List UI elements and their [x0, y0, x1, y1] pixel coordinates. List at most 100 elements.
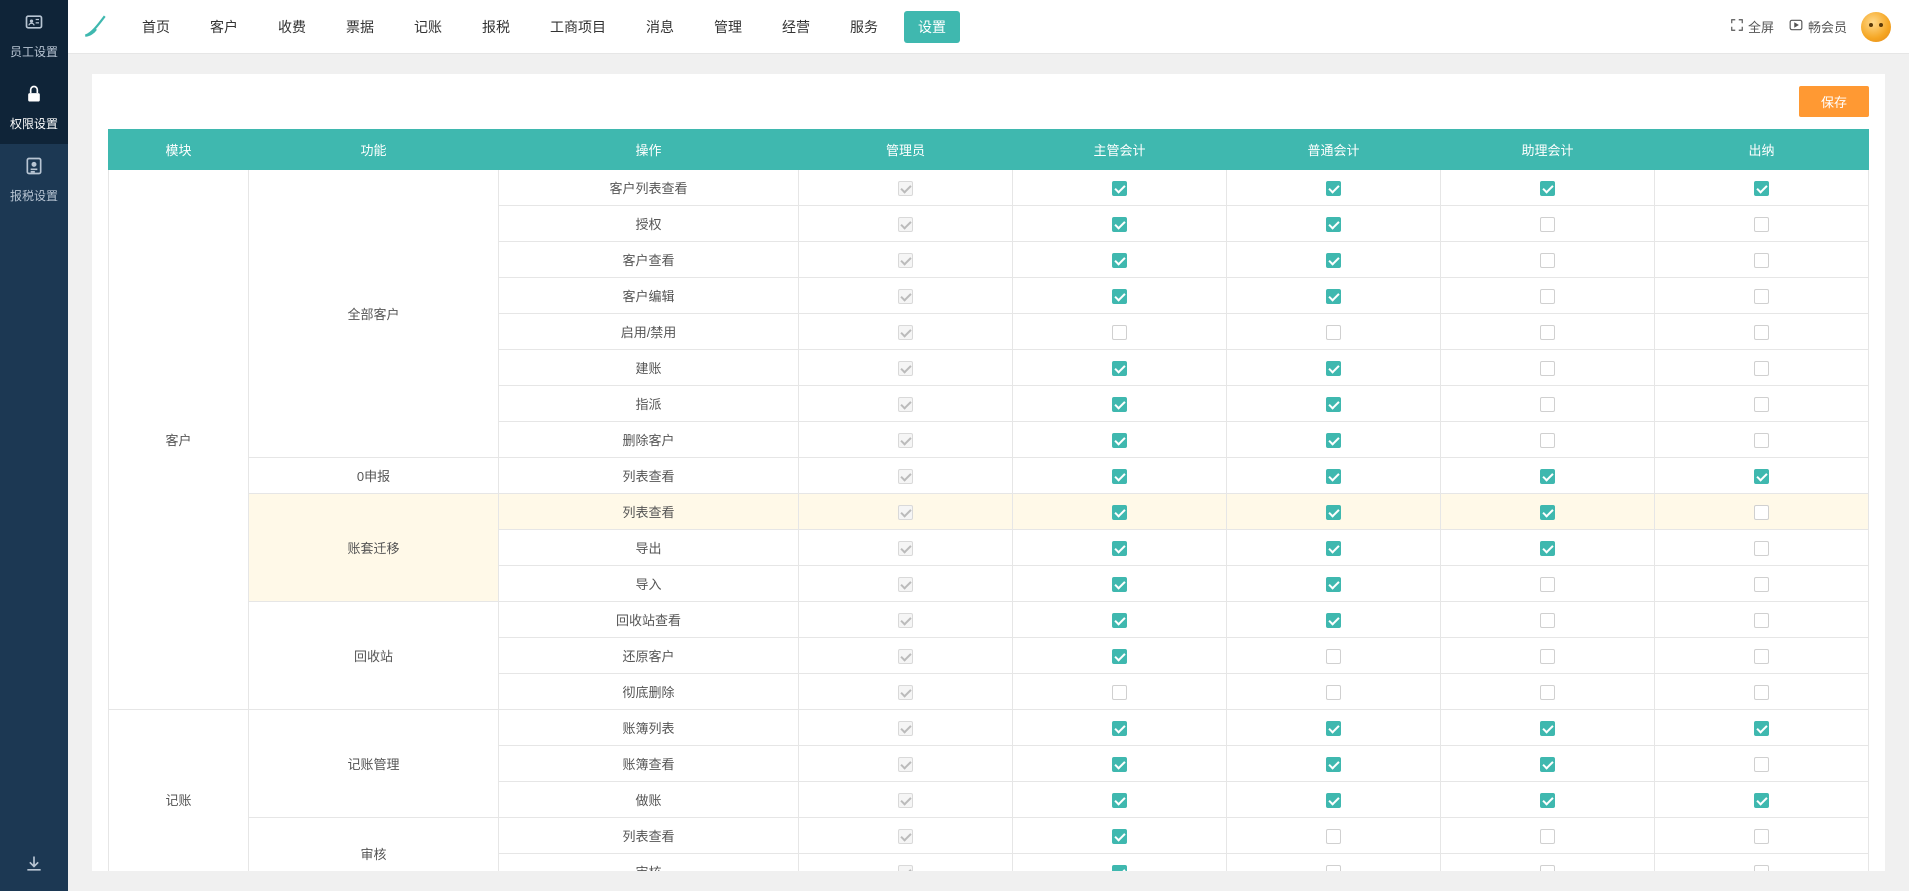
checkbox[interactable]	[1326, 181, 1341, 196]
checkbox[interactable]	[1326, 469, 1341, 484]
checkbox[interactable]	[1326, 757, 1341, 772]
checkbox[interactable]	[1112, 757, 1127, 772]
sidebar-item-0[interactable]: 员工设置	[0, 0, 68, 72]
checkbox[interactable]	[1326, 253, 1341, 268]
checkbox[interactable]	[1540, 613, 1555, 628]
checkbox[interactable]	[1112, 505, 1127, 520]
checkbox[interactable]	[1326, 217, 1341, 232]
checkbox[interactable]	[1754, 649, 1769, 664]
checkbox[interactable]	[1754, 685, 1769, 700]
checkbox[interactable]	[1754, 577, 1769, 592]
checkbox[interactable]	[1112, 469, 1127, 484]
checkbox[interactable]	[1754, 721, 1769, 736]
checkbox[interactable]	[1540, 397, 1555, 412]
topnav-item-9[interactable]: 经营	[762, 0, 830, 53]
checkbox[interactable]	[1754, 541, 1769, 556]
checkbox[interactable]	[1112, 721, 1127, 736]
checkbox[interactable]	[1754, 865, 1769, 871]
checkbox[interactable]	[1326, 325, 1341, 340]
checkbox[interactable]	[1112, 577, 1127, 592]
checkbox[interactable]	[1112, 253, 1127, 268]
checkbox[interactable]	[1540, 253, 1555, 268]
checkbox[interactable]	[1112, 217, 1127, 232]
checkbox[interactable]	[1326, 793, 1341, 808]
topnav-item-7[interactable]: 消息	[626, 0, 694, 53]
topnav-item-1[interactable]: 客户	[190, 0, 258, 53]
logo[interactable]	[68, 14, 122, 40]
checkbox[interactable]	[1112, 433, 1127, 448]
checkbox[interactable]	[1326, 577, 1341, 592]
checkbox[interactable]	[1540, 757, 1555, 772]
checkbox[interactable]	[1754, 433, 1769, 448]
checkbox[interactable]	[1754, 181, 1769, 196]
checkbox[interactable]	[1112, 829, 1127, 844]
checkbox[interactable]	[1540, 289, 1555, 304]
topnav-item-8[interactable]: 管理	[694, 0, 762, 53]
checkbox[interactable]	[1754, 505, 1769, 520]
permissions-table-wrap[interactable]: 模块功能操作管理员主管会计普通会计助理会计出纳 客户全部客户客户列表查看授权客户…	[92, 129, 1885, 871]
avatar[interactable]	[1861, 12, 1891, 42]
checkbox[interactable]	[1540, 721, 1555, 736]
checkbox[interactable]	[1540, 325, 1555, 340]
checkbox[interactable]	[1754, 397, 1769, 412]
checkbox[interactable]	[1540, 793, 1555, 808]
checkbox[interactable]	[1326, 649, 1341, 664]
checkbox[interactable]	[1112, 397, 1127, 412]
checkbox[interactable]	[1540, 685, 1555, 700]
checkbox[interactable]	[1540, 217, 1555, 232]
checkbox[interactable]	[1112, 865, 1127, 871]
topnav-item-10[interactable]: 服务	[830, 0, 898, 53]
checkbox[interactable]	[1540, 649, 1555, 664]
checkbox[interactable]	[1540, 361, 1555, 376]
checkbox[interactable]	[1754, 613, 1769, 628]
checkbox[interactable]	[1326, 721, 1341, 736]
checkbox[interactable]	[1754, 793, 1769, 808]
checkbox[interactable]	[1326, 541, 1341, 556]
fullscreen-button[interactable]: 全屏	[1730, 17, 1774, 36]
topnav-item-11[interactable]: 设置	[904, 11, 960, 43]
checkbox[interactable]	[1326, 685, 1341, 700]
topnav-item-6[interactable]: 工商项目	[530, 0, 626, 53]
checkbox[interactable]	[1540, 181, 1555, 196]
checkbox[interactable]	[1754, 361, 1769, 376]
checkbox[interactable]	[1112, 541, 1127, 556]
checkbox[interactable]	[1112, 613, 1127, 628]
checkbox[interactable]	[1112, 289, 1127, 304]
checkbox[interactable]	[1540, 541, 1555, 556]
topnav-item-4[interactable]: 记账	[394, 0, 462, 53]
sidebar-item-1[interactable]: 权限设置	[0, 72, 68, 144]
checkbox[interactable]	[1754, 325, 1769, 340]
checkbox[interactable]	[1540, 829, 1555, 844]
checkbox[interactable]	[1540, 577, 1555, 592]
checkbox[interactable]	[1754, 289, 1769, 304]
checkbox[interactable]	[1754, 253, 1769, 268]
checkbox[interactable]	[1540, 469, 1555, 484]
checkbox[interactable]	[1326, 829, 1341, 844]
checkbox[interactable]	[1112, 181, 1127, 196]
member-button[interactable]: 畅会员	[1788, 17, 1847, 36]
checkbox[interactable]	[1326, 397, 1341, 412]
checkbox[interactable]	[1540, 865, 1555, 871]
checkbox[interactable]	[1754, 829, 1769, 844]
checkbox[interactable]	[1112, 361, 1127, 376]
topnav-item-3[interactable]: 票据	[326, 0, 394, 53]
checkbox[interactable]	[1540, 505, 1555, 520]
checkbox[interactable]	[1754, 217, 1769, 232]
checkbox[interactable]	[1326, 613, 1341, 628]
topnav-item-2[interactable]: 收费	[258, 0, 326, 53]
checkbox[interactable]	[1326, 433, 1341, 448]
checkbox[interactable]	[1326, 865, 1341, 871]
checkbox[interactable]	[1326, 505, 1341, 520]
checkbox[interactable]	[1112, 793, 1127, 808]
sidebar-item-2[interactable]: 报税设置	[0, 144, 68, 216]
checkbox[interactable]	[1540, 433, 1555, 448]
checkbox[interactable]	[1112, 649, 1127, 664]
checkbox[interactable]	[1326, 289, 1341, 304]
sidebar-download[interactable]	[0, 842, 68, 891]
checkbox[interactable]	[1754, 469, 1769, 484]
checkbox[interactable]	[1754, 757, 1769, 772]
checkbox[interactable]	[1112, 325, 1127, 340]
checkbox[interactable]	[1112, 685, 1127, 700]
save-button[interactable]: 保存	[1799, 86, 1869, 117]
topnav-item-0[interactable]: 首页	[122, 0, 190, 53]
